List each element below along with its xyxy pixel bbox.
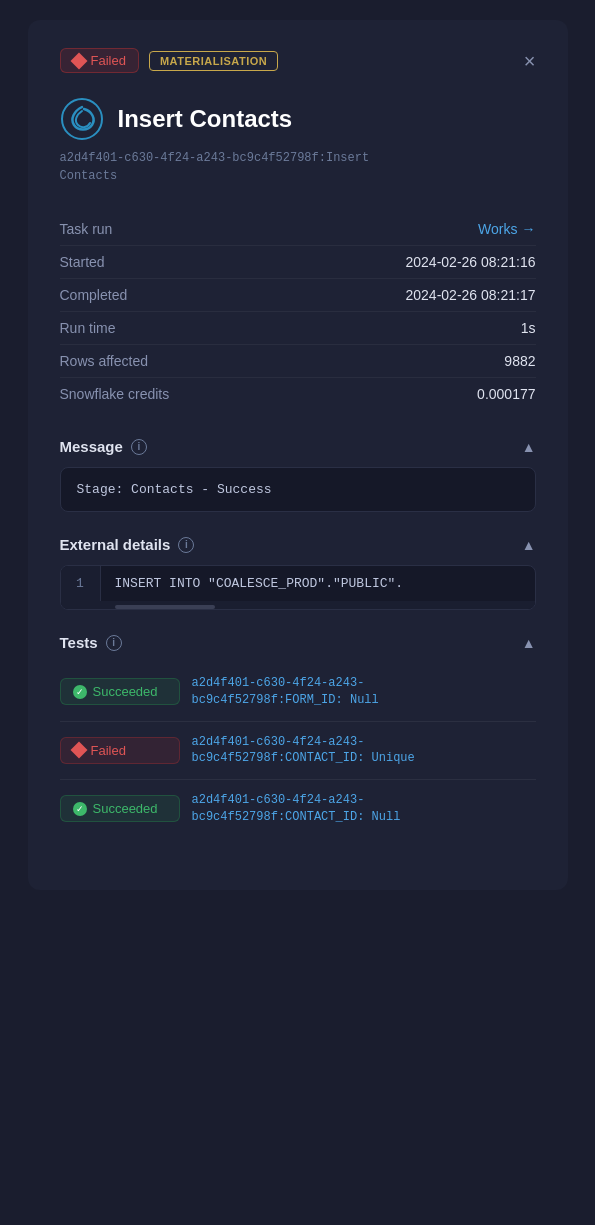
message-section: Message i ▲ Stage: Contacts - Success	[60, 438, 536, 512]
status-badge: ✓ Succeeded	[60, 795, 180, 822]
test-status-label: Succeeded	[93, 684, 158, 699]
rows-affected-label: Rows affected	[60, 345, 298, 378]
code-content: INSERT INTO "COALESCE_PROD"."PUBLIC".	[101, 566, 418, 601]
table-row: Snowflake credits 0.000177	[60, 378, 536, 411]
message-info-icon: i	[131, 439, 147, 455]
materialisation-badge: MATERIALISATION	[149, 51, 278, 71]
message-box: Stage: Contacts - Success	[60, 467, 536, 512]
test-status-label: Succeeded	[93, 801, 158, 816]
arrow-icon: →	[522, 221, 536, 237]
failed-label: Failed	[91, 53, 126, 68]
status-badge-failed: Failed	[60, 48, 139, 73]
message-content: Stage: Contacts - Success	[77, 482, 272, 497]
tests-section-header[interactable]: Tests i ▲	[60, 634, 536, 651]
test-id: a2d4f401-c630-4f24-a243-bc9c4f52798f:CON…	[192, 734, 415, 768]
message-section-header[interactable]: Message i ▲	[60, 438, 536, 455]
status-badge: Failed	[60, 737, 180, 764]
tests-title: Tests	[60, 634, 98, 651]
test-item: ✓ Succeeded a2d4f401-c630-4f24-a243-bc9c…	[60, 780, 536, 838]
table-row: Completed 2024-02-26 08:21:17	[60, 279, 536, 312]
external-info-icon: i	[178, 537, 194, 553]
task-run-label: Task run	[60, 213, 298, 246]
external-title: External details	[60, 536, 171, 553]
tests-info-icon: i	[106, 635, 122, 651]
works-text: Works	[478, 221, 517, 237]
external-section-header[interactable]: External details i ▲	[60, 536, 536, 553]
line-number: 1	[61, 566, 101, 601]
header-bar: Failed MATERIALISATION ×	[60, 48, 536, 73]
rows-affected-value: 9882	[298, 345, 536, 378]
external-chevron-icon: ▲	[522, 537, 536, 553]
check-icon: ✓	[73, 802, 87, 816]
run-id: a2d4f401-c630-4f24-a243-bc9c4f52798f:Ins…	[60, 149, 536, 185]
code-block: 1 INSERT INTO "COALESCE_PROD"."PUBLIC".	[60, 565, 536, 610]
check-icon: ✓	[73, 685, 87, 699]
status-badge: ✓ Succeeded	[60, 678, 180, 705]
external-details-section: External details i ▲ 1 INSERT INTO "COAL…	[60, 536, 536, 610]
fail-diamond-icon	[70, 742, 87, 759]
tests-chevron-icon: ▲	[522, 635, 536, 651]
snowflake-label: Snowflake credits	[60, 378, 298, 411]
table-row: Started 2024-02-26 08:21:16	[60, 246, 536, 279]
svg-point-0	[62, 99, 102, 139]
main-modal: Failed MATERIALISATION × Insert Contacts…	[28, 20, 568, 890]
title-section: Insert Contacts	[60, 97, 536, 141]
completed-value: 2024-02-26 08:21:17	[298, 279, 536, 312]
test-id: a2d4f401-c630-4f24-a243-bc9c4f52798f:FOR…	[192, 675, 379, 709]
started-label: Started	[60, 246, 298, 279]
table-row: Task run Works →	[60, 213, 536, 246]
table-row: Rows affected 9882	[60, 345, 536, 378]
works-link[interactable]: Works →	[478, 221, 535, 237]
run-time-label: Run time	[60, 312, 298, 345]
scrollbar-thumb[interactable]	[115, 605, 215, 609]
started-value: 2024-02-26 08:21:16	[298, 246, 536, 279]
test-item: Failed a2d4f401-c630-4f24-a243-bc9c4f527…	[60, 722, 536, 781]
test-id: a2d4f401-c630-4f24-a243-bc9c4f52798f:CON…	[192, 792, 401, 826]
run-time-value: 1s	[298, 312, 536, 345]
completed-label: Completed	[60, 279, 298, 312]
failed-diamond-icon	[70, 52, 87, 69]
scrollbar-track	[61, 601, 535, 609]
message-title: Message	[60, 438, 123, 455]
test-status-label: Failed	[91, 743, 126, 758]
close-button[interactable]: ×	[524, 51, 536, 71]
message-chevron-icon: ▲	[522, 439, 536, 455]
app-icon	[60, 97, 104, 141]
page-title: Insert Contacts	[118, 105, 293, 133]
snowflake-value: 0.000177	[298, 378, 536, 411]
code-line-1: 1 INSERT INTO "COALESCE_PROD"."PUBLIC".	[61, 566, 535, 601]
table-row: Run time 1s	[60, 312, 536, 345]
test-item: ✓ Succeeded a2d4f401-c630-4f24-a243-bc9c…	[60, 663, 536, 722]
tests-section: Tests i ▲ ✓ Succeeded a2d4f401-c630-4f24…	[60, 634, 536, 838]
info-table: Task run Works → Started 2024-02-26 08:2…	[60, 213, 536, 410]
